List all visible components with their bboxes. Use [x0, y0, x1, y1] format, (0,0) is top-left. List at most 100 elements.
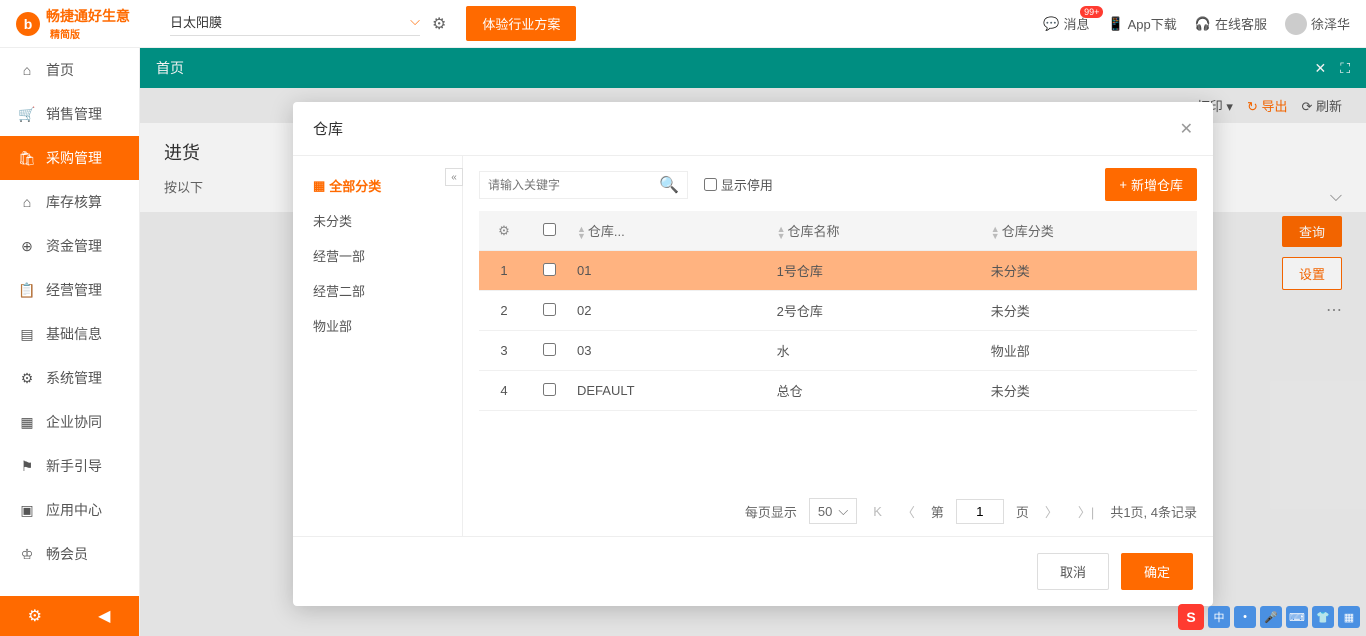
vip-icon: ♔ — [18, 546, 36, 563]
sidebar-item-finance[interactable]: ⊕资金管理 — [0, 224, 139, 268]
close-icon[interactable]: ✕ — [1180, 119, 1193, 139]
sidebar-item-member[interactable]: ♔畅会员 — [0, 532, 139, 576]
gear-column[interactable]: ⚙ — [479, 211, 529, 251]
ime-s-icon[interactable]: S — [1178, 604, 1204, 630]
plus-icon: + — [1119, 177, 1127, 192]
modal-title: 仓库 — [313, 118, 343, 139]
sidebar-item-home[interactable]: ⌂首页 — [0, 48, 139, 92]
logo-text: 畅捷通好生意 — [46, 6, 130, 26]
logo-sub: 精简版 — [50, 26, 130, 41]
category-panel: « ▦全部分类 未分类 经营一部 经营二部 物业部 — [293, 156, 463, 536]
warehouse-table: ⚙ ▲▼仓库... ▲▼仓库名称 ▲▼仓库分类 1 — [479, 211, 1197, 411]
gear-icon: ⚙ — [18, 370, 36, 387]
box-icon: ⌂ — [18, 194, 36, 210]
category-all[interactable]: ▦全部分类 — [293, 168, 462, 203]
search-icon[interactable]: 🔍 — [651, 175, 687, 195]
warehouse-modal: 仓库 ✕ « ▦全部分类 未分类 经营一部 经营二部 物业部 — [293, 102, 1213, 606]
next-page-button[interactable]: 〉 — [1041, 502, 1062, 521]
row-checkbox[interactable] — [543, 263, 556, 276]
search-input[interactable] — [480, 172, 651, 198]
sidebar-item-sales[interactable]: 🛒销售管理 — [0, 92, 139, 136]
ime-toolbox-icon[interactable]: ▦ — [1338, 606, 1360, 628]
org-name: 日太阳膜 — [170, 12, 222, 31]
modal-footer: 取消 确定 — [293, 536, 1213, 606]
sidebar-item-inventory[interactable]: ⌂库存核算 — [0, 180, 139, 224]
logo[interactable]: b 畅捷通好生意 精简版 — [16, 6, 130, 41]
user-menu[interactable]: 徐泽华 — [1285, 13, 1350, 35]
app-download-link[interactable]: 📱 App下载 — [1107, 14, 1176, 33]
collapse-panel-icon[interactable]: « — [445, 168, 463, 186]
logo-icon: b — [16, 12, 40, 36]
sidebar-item-system[interactable]: ⚙系统管理 — [0, 356, 139, 400]
ime-skin-icon[interactable]: 👕 — [1312, 606, 1334, 628]
home-icon: ⌂ — [18, 62, 36, 78]
sidebar-bottom: ⚙ ◀ — [0, 596, 139, 636]
category-item[interactable]: 未分类 — [293, 203, 462, 238]
search-box: 🔍 — [479, 171, 688, 199]
show-disabled-checkbox[interactable]: 显示停用 — [704, 175, 773, 194]
add-warehouse-button[interactable]: +新增仓库 — [1105, 168, 1197, 201]
chevron-down-icon: ⌵ — [838, 503, 848, 519]
confirm-button[interactable]: 确定 — [1121, 553, 1193, 590]
money-icon: ⊕ — [18, 238, 36, 255]
online-service-link[interactable]: 🎧 在线客服 — [1195, 14, 1267, 33]
row-checkbox[interactable] — [543, 383, 556, 396]
row-checkbox[interactable] — [543, 303, 556, 316]
name-column[interactable]: ▲▼仓库名称 — [769, 211, 983, 251]
sidebar-item-apps[interactable]: ▣应用中心 — [0, 488, 139, 532]
table-row[interactable]: 1 01 1号仓库 未分类 — [479, 251, 1197, 291]
trial-button[interactable]: 体验行业方案 — [466, 6, 576, 41]
gear-icon[interactable]: ⚙ — [432, 14, 446, 34]
org-select[interactable]: 日太阳膜 ⌵ — [170, 12, 420, 36]
cart-icon: 🛒 — [18, 106, 36, 123]
checkbox[interactable] — [704, 178, 717, 191]
ime-mic-icon[interactable]: 🎤 — [1260, 606, 1282, 628]
page-input[interactable] — [956, 499, 1004, 524]
ime-punct-icon[interactable]: • — [1234, 606, 1256, 628]
avatar-icon — [1285, 13, 1307, 35]
table-row[interactable]: 3 03 水 物业部 — [479, 331, 1197, 371]
sidebar: ⌂首页 🛒销售管理 🛍采购管理 ⌂库存核算 ⊕资金管理 📋经营管理 ▤基础信息 … — [0, 48, 140, 636]
category-item[interactable]: 经营一部 — [293, 238, 462, 273]
message-badge: 99+ — [1080, 6, 1103, 18]
last-page-button[interactable]: 〉| — [1074, 502, 1098, 521]
sort-icon: ▲▼ — [991, 226, 1000, 240]
category-item[interactable]: 经营二部 — [293, 273, 462, 308]
sidebar-item-guide[interactable]: ⚑新手引导 — [0, 444, 139, 488]
phone-icon: 📱 — [1107, 16, 1123, 32]
category-column[interactable]: ▲▼仓库分类 — [983, 211, 1197, 251]
main-area: 首页 ✕ ⛶ 打印 ▾ ↻ 导出 ⟳ 刷新 进货 按以下 ⌵ 查询 设置 ⋯ 仓… — [140, 48, 1366, 636]
first-page-button[interactable]: K — [869, 504, 886, 519]
ime-keyboard-icon[interactable]: ⌨ — [1286, 606, 1308, 628]
sidebar-item-operation[interactable]: 📋经营管理 — [0, 268, 139, 312]
select-all-checkbox[interactable] — [543, 223, 556, 236]
pagination: 每页显示 50⌵ K 〈 第 页 〉 〉| 共1页, 4条记录 — [479, 482, 1197, 524]
table-row[interactable]: 2 02 2号仓库 未分类 — [479, 291, 1197, 331]
sidebar-item-purchase[interactable]: 🛍采购管理 — [0, 136, 139, 180]
page-summary: 共1页, 4条记录 — [1110, 502, 1197, 521]
collapse-button[interactable]: ◀ — [70, 596, 140, 636]
sort-icon: ▲▼ — [577, 226, 586, 240]
username: 徐泽华 — [1311, 14, 1350, 33]
select-all-column — [529, 211, 569, 251]
page-size-select[interactable]: 50⌵ — [809, 498, 857, 524]
table-row[interactable]: 4 DEFAULT 总仓 未分类 — [479, 371, 1197, 411]
sidebar-item-basic[interactable]: ▤基础信息 — [0, 312, 139, 356]
messages-link[interactable]: 💬 消息 99+ — [1043, 14, 1089, 33]
category-item[interactable]: 物业部 — [293, 308, 462, 343]
settings-button[interactable]: ⚙ — [0, 596, 70, 636]
modal-header: 仓库 ✕ — [293, 102, 1213, 156]
cancel-button[interactable]: 取消 — [1037, 553, 1109, 590]
sort-icon: ▲▼ — [777, 226, 786, 240]
bag-icon: 🛍 — [18, 150, 36, 167]
flag-icon: ⚑ — [18, 458, 36, 475]
header-right: 💬 消息 99+ 📱 App下载 🎧 在线客服 徐泽华 — [1043, 13, 1350, 35]
code-column[interactable]: ▲▼仓库... — [569, 211, 769, 251]
building-icon: ▦ — [18, 414, 36, 431]
row-checkbox[interactable] — [543, 343, 556, 356]
prev-page-button[interactable]: 〈 — [898, 502, 919, 521]
headset-icon: 🎧 — [1195, 16, 1211, 32]
ime-lang-icon[interactable]: 中 — [1208, 606, 1230, 628]
modal-overlay: 仓库 ✕ « ▦全部分类 未分类 经营一部 经营二部 物业部 — [140, 48, 1366, 636]
sidebar-item-enterprise[interactable]: ▦企业协同 — [0, 400, 139, 444]
